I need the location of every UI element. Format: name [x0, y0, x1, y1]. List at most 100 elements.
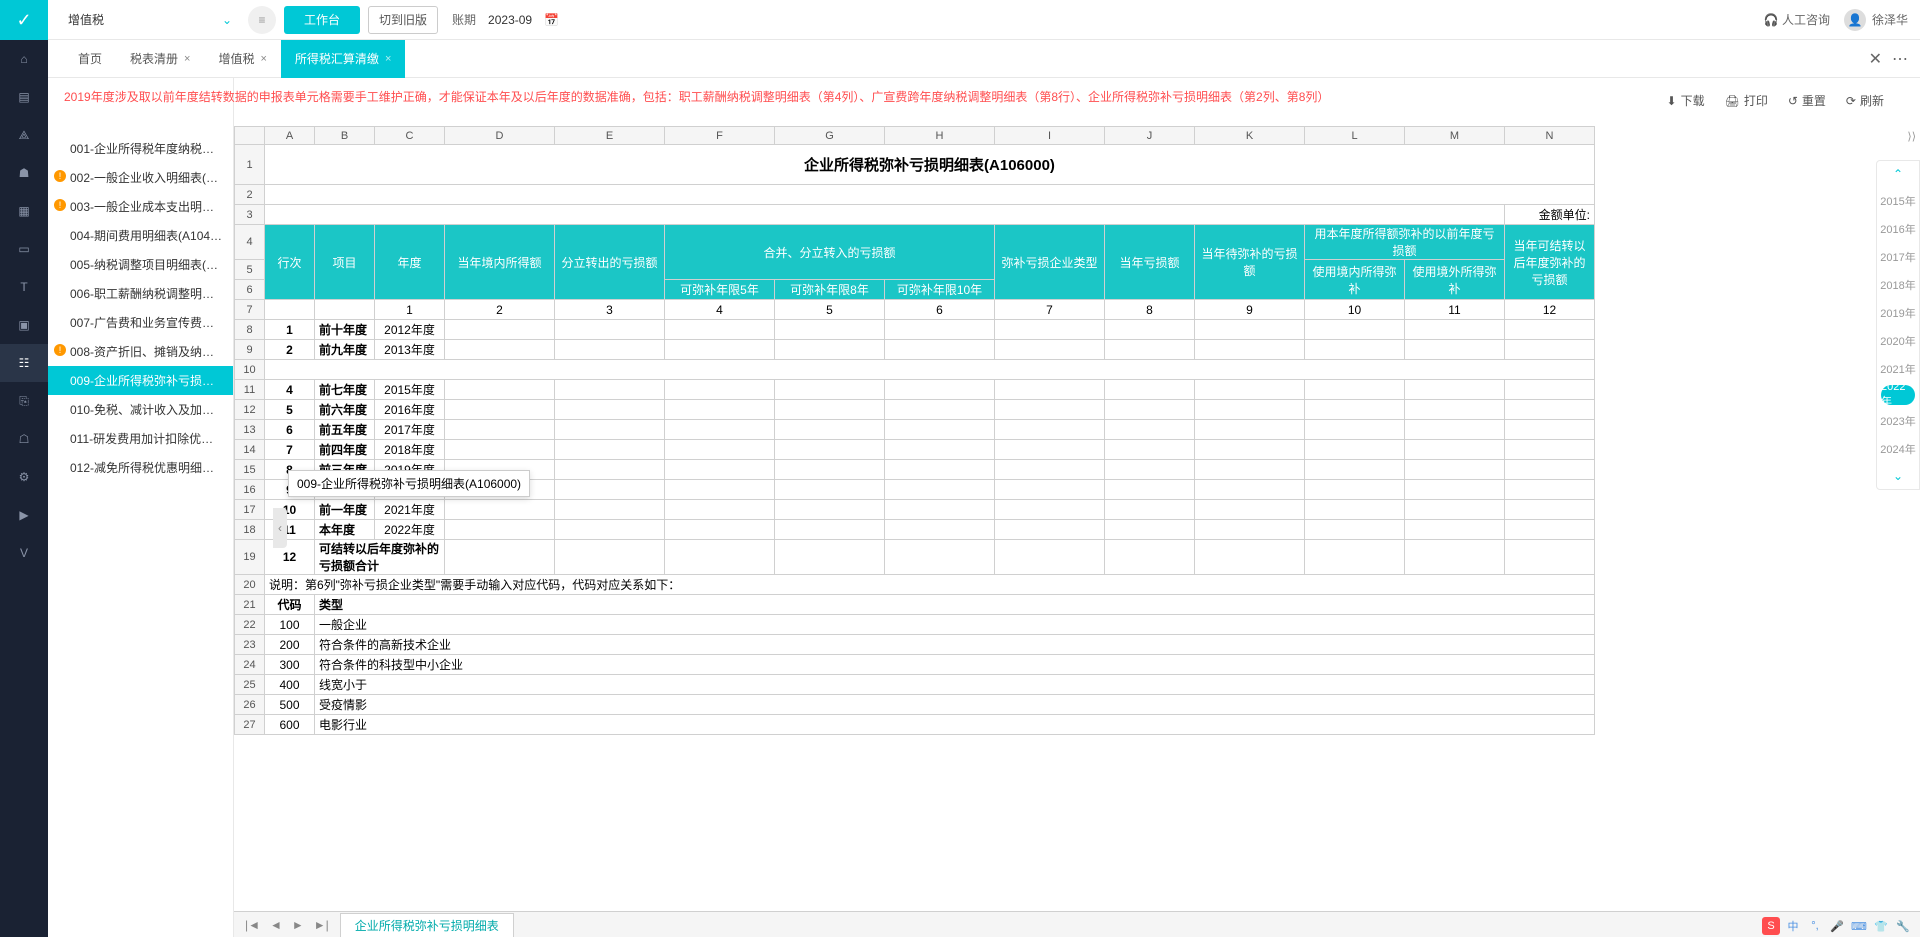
cell[interactable] — [1305, 480, 1405, 500]
cell[interactable] — [885, 520, 995, 540]
tree-item[interactable]: 009-企业所得税弥补亏损明… — [48, 366, 233, 395]
cell[interactable]: 6 — [265, 420, 315, 440]
cell[interactable] — [775, 380, 885, 400]
cell[interactable] — [1505, 440, 1595, 460]
nav-chart-icon[interactable]: ⟁ — [0, 116, 48, 154]
refresh-button[interactable]: ⟳ 刷新 — [1846, 92, 1884, 109]
cell[interactable] — [1105, 400, 1195, 420]
cell[interactable] — [555, 400, 665, 420]
tab-增值税[interactable]: 增值税× — [204, 40, 280, 78]
cell[interactable]: 4 — [265, 380, 315, 400]
cell[interactable] — [995, 540, 1105, 575]
cell[interactable] — [445, 520, 555, 540]
ime-punct-icon[interactable]: °, — [1806, 917, 1824, 935]
close-all-icon[interactable]: ✕ — [1869, 49, 1882, 69]
cell[interactable] — [1195, 440, 1305, 460]
cell[interactable] — [555, 420, 665, 440]
cell[interactable] — [775, 500, 885, 520]
download-button[interactable]: ⬇ 下载 — [1667, 92, 1705, 109]
sheet-tab-name[interactable]: 企业所得税弥补亏损明细表 — [340, 913, 514, 937]
cell[interactable] — [1195, 480, 1305, 500]
circle-button[interactable]: ≡ — [248, 6, 276, 34]
cell[interactable] — [445, 540, 555, 575]
cell[interactable] — [1305, 500, 1405, 520]
cell[interactable] — [775, 400, 885, 420]
cell[interactable] — [775, 540, 885, 575]
cell[interactable] — [1105, 340, 1195, 360]
period-value[interactable]: 2023-09 — [488, 13, 532, 27]
cell[interactable] — [1195, 540, 1305, 575]
cell[interactable] — [555, 520, 665, 540]
tab-close-icon[interactable]: × — [184, 53, 190, 65]
tree-item[interactable]: 004-期间费用明细表(A1040… — [48, 221, 233, 250]
nav-list-icon[interactable]: ▦ — [0, 192, 48, 230]
tree-item[interactable]: 005-纳税调整项目明细表(A1… — [48, 250, 233, 279]
cell[interactable]: 10 — [265, 500, 315, 520]
row-header[interactable]: 1 — [235, 145, 265, 185]
year-option[interactable]: 2015年 — [1877, 187, 1919, 215]
cell[interactable] — [775, 460, 885, 480]
col-header[interactable]: D — [445, 127, 555, 145]
cell[interactable] — [995, 480, 1105, 500]
cell[interactable] — [665, 440, 775, 460]
cell[interactable] — [885, 500, 995, 520]
cell[interactable] — [995, 380, 1105, 400]
cell[interactable] — [555, 320, 665, 340]
tree-item[interactable]: 007-广告费和业务宣传费跨… — [48, 308, 233, 337]
cell[interactable] — [1105, 320, 1195, 340]
cell[interactable] — [1305, 520, 1405, 540]
cell[interactable]: 2 — [265, 340, 315, 360]
nav-settings-icon[interactable]: ⚙ — [0, 458, 48, 496]
cell[interactable] — [555, 460, 665, 480]
tree-item[interactable]: 003-一般企业成本支出明细… — [48, 192, 233, 221]
year-option[interactable]: 2020年 — [1877, 327, 1919, 355]
cell[interactable] — [995, 520, 1105, 540]
nav-export-icon[interactable]: ⎘ — [0, 382, 48, 420]
cell[interactable] — [1405, 400, 1505, 420]
cell[interactable] — [1105, 520, 1195, 540]
cell[interactable] — [1305, 420, 1405, 440]
cell[interactable] — [1195, 420, 1305, 440]
cell[interactable] — [1405, 480, 1505, 500]
ime-tool-icon[interactable]: 🔧 — [1894, 917, 1912, 935]
cell[interactable] — [1405, 340, 1505, 360]
cell[interactable] — [1405, 520, 1505, 540]
cell[interactable] — [775, 440, 885, 460]
cell[interactable] — [885, 380, 995, 400]
cell[interactable] — [665, 460, 775, 480]
cell[interactable] — [445, 500, 555, 520]
cell[interactable] — [1405, 440, 1505, 460]
app-logo[interactable]: ✓ — [0, 0, 48, 40]
cell[interactable] — [445, 400, 555, 420]
cell[interactable] — [1195, 380, 1305, 400]
year-option[interactable]: 2019年 — [1877, 299, 1919, 327]
tree-item[interactable]: 012-减免所得税优惠明细表(… — [48, 453, 233, 482]
cell[interactable] — [775, 480, 885, 500]
year-option[interactable]: 2021年 — [1877, 355, 1919, 383]
cell[interactable] — [1305, 460, 1405, 480]
cell[interactable] — [1105, 500, 1195, 520]
cell[interactable] — [665, 500, 775, 520]
nav-next-icon[interactable]: ► — [289, 918, 307, 932]
cell[interactable] — [665, 540, 775, 575]
cell[interactable] — [1505, 500, 1595, 520]
col-header[interactable]: C — [375, 127, 445, 145]
cell[interactable] — [995, 460, 1105, 480]
cell[interactable] — [1105, 380, 1195, 400]
cell[interactable] — [1405, 460, 1505, 480]
cell[interactable] — [995, 320, 1105, 340]
cell[interactable] — [555, 500, 665, 520]
cell[interactable] — [995, 440, 1105, 460]
tab-首页[interactable]: 首页 — [64, 40, 116, 78]
tax-type-dropdown[interactable]: 增值税 ⌄ — [60, 6, 240, 34]
cell[interactable] — [1305, 340, 1405, 360]
collapse-tree-button[interactable]: ‹ — [273, 508, 287, 548]
cell[interactable] — [1305, 320, 1405, 340]
cell[interactable] — [1505, 460, 1595, 480]
nav-archive-icon[interactable]: ☖ — [0, 420, 48, 458]
cell[interactable] — [885, 400, 995, 420]
col-header[interactable]: I — [995, 127, 1105, 145]
cell[interactable]: 5 — [265, 400, 315, 420]
cell[interactable] — [1405, 500, 1505, 520]
tree-item[interactable]: 010-免税、减计收入及加计… — [48, 395, 233, 424]
